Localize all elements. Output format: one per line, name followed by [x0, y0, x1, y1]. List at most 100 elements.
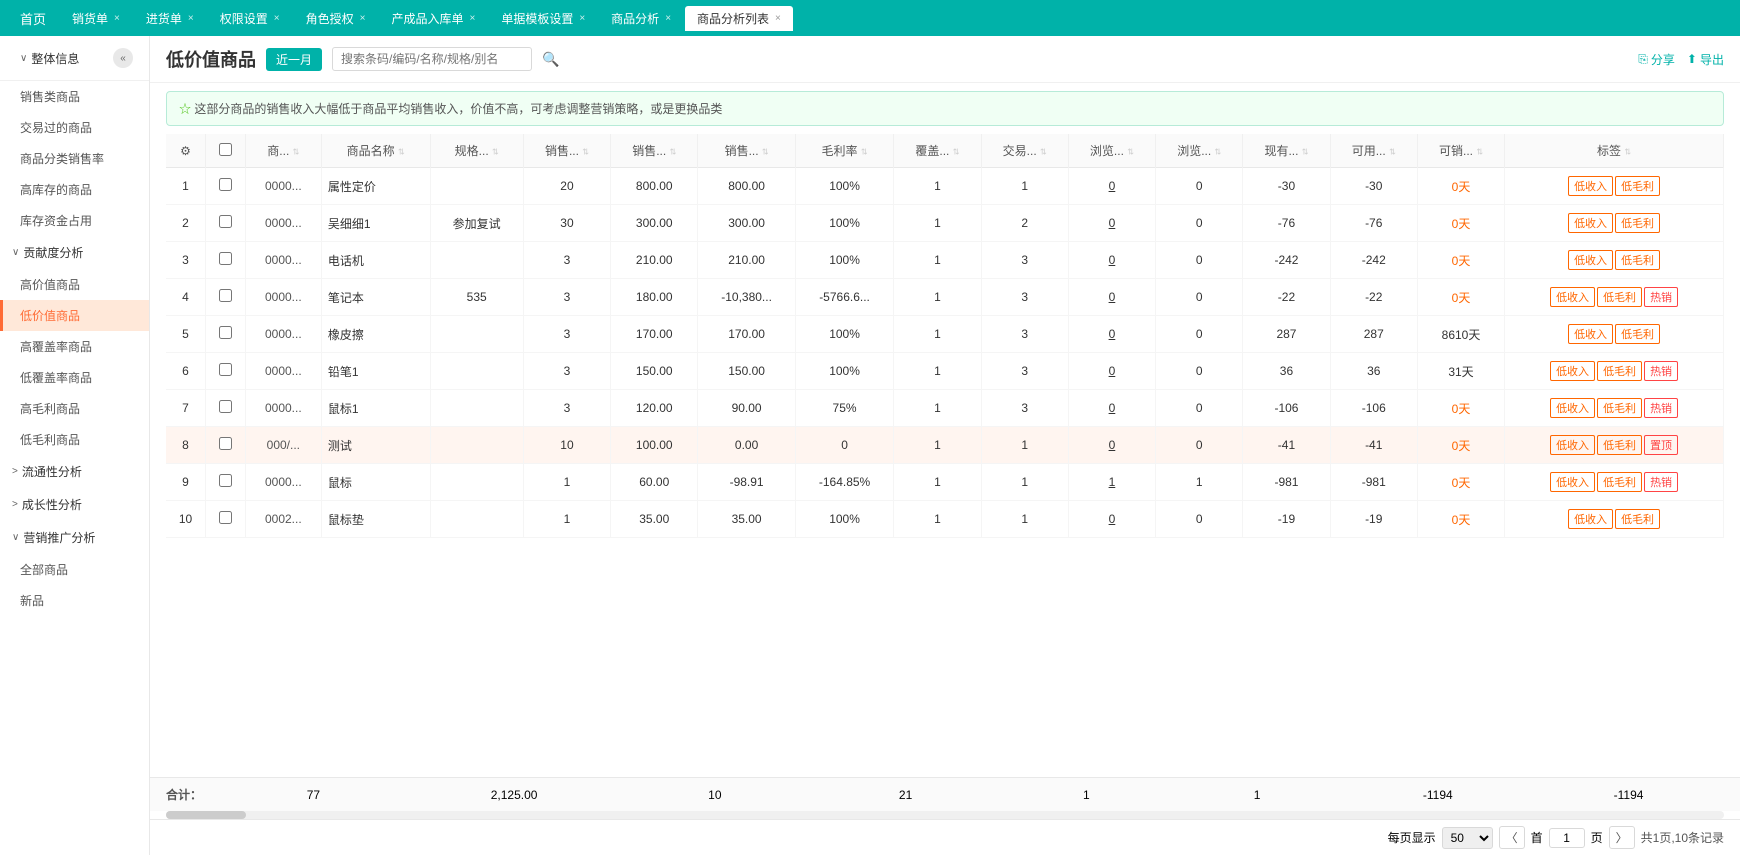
row-select-checkbox[interactable] [219, 289, 232, 302]
th-name[interactable]: 商品名称 ⇅ [321, 134, 430, 168]
th-s2[interactable]: 销售... ⇅ [611, 134, 698, 168]
row-checkbox[interactable] [206, 205, 246, 242]
select-all-checkbox[interactable] [219, 143, 232, 156]
th-browse1[interactable]: 浏览... ⇅ [1068, 134, 1155, 168]
row-browse1[interactable]: 0 [1068, 279, 1155, 316]
row-checkbox[interactable] [206, 168, 246, 205]
th-s1[interactable]: 销售... ⇅ [523, 134, 610, 168]
row-browse1[interactable]: 0 [1068, 316, 1155, 353]
th-current[interactable]: 现有... ⇅ [1243, 134, 1330, 168]
sidebar-item-low-margin[interactable]: 低毛利商品 [0, 424, 149, 455]
row-select-checkbox[interactable] [219, 511, 232, 524]
row-select-checkbox[interactable] [219, 178, 232, 191]
sidebar-section-contribution[interactable]: ∨ 贡献度分析 [0, 236, 149, 269]
nav-templates[interactable]: 单据模板设置 × [489, 6, 597, 31]
nav-close-icon[interactable]: × [114, 13, 120, 24]
search-input[interactable] [332, 47, 532, 71]
row-spec [430, 168, 523, 205]
row-browse1[interactable]: 1 [1068, 464, 1155, 501]
first-page-btn[interactable]: 〈 [1499, 826, 1525, 849]
row-select-checkbox[interactable] [219, 363, 232, 376]
sidebar-item-high-stock[interactable]: 高库存的商品 [0, 174, 149, 205]
row-checkbox[interactable] [206, 390, 246, 427]
th-tags[interactable]: 标签 ⇅ [1505, 134, 1724, 168]
nav-products-in[interactable]: 产成品入库单 × [379, 6, 487, 31]
nav-close-icon[interactable]: × [188, 13, 194, 24]
filter-period-btn[interactable]: 近一月 [266, 48, 322, 71]
row-select-checkbox[interactable] [219, 474, 232, 487]
share-btn[interactable]: ⎘ 分享 [1638, 51, 1675, 68]
th-browse2[interactable]: 浏览... ⇅ [1156, 134, 1243, 168]
sidebar-item-high-margin[interactable]: 高毛利商品 [0, 393, 149, 424]
nav-close-icon[interactable]: × [579, 13, 585, 24]
th-checkbox[interactable] [206, 134, 246, 168]
current-page-input[interactable] [1549, 828, 1585, 848]
th-code[interactable]: 商... ⇅ [245, 134, 321, 168]
th-available[interactable]: 可用... ⇅ [1330, 134, 1417, 168]
nav-home[interactable]: 首页 [8, 5, 58, 32]
sidebar-item-low-coverage[interactable]: 低覆盖率商品 [0, 362, 149, 393]
row-browse1[interactable]: 0 [1068, 427, 1155, 464]
sidebar-item-low-value[interactable]: 低价值商品 [0, 300, 149, 331]
scrollbar-thumb[interactable] [166, 811, 246, 819]
sidebar-section-marketing[interactable]: ∨ 营销推广分析 [0, 521, 149, 554]
row-browse1[interactable]: 0 [1068, 242, 1155, 279]
th-trade[interactable]: 交易... ⇅ [981, 134, 1068, 168]
row-checkbox[interactable] [206, 501, 246, 538]
nav-sales[interactable]: 销货单 × [60, 6, 132, 31]
nav-purchase[interactable]: 进货单 × [134, 6, 206, 31]
sidebar-item-all-products[interactable]: 全部商品 [0, 554, 149, 585]
sidebar-section-flow[interactable]: > 流通性分析 [0, 455, 149, 488]
page-size-select[interactable]: 50 100 200 [1442, 827, 1493, 849]
row-checkbox[interactable] [206, 464, 246, 501]
nav-close-icon[interactable]: × [469, 13, 475, 24]
sidebar-item-sales-products[interactable]: 销售类商品 [0, 81, 149, 112]
th-settings[interactable]: ⚙ [166, 134, 206, 168]
sidebar-item-new-products[interactable]: 新品 [0, 585, 149, 616]
next-page-btn[interactable]: 〉 [1609, 826, 1635, 849]
row-checkbox[interactable] [206, 427, 246, 464]
row-select-checkbox[interactable] [219, 215, 232, 228]
row-checkbox[interactable] [206, 353, 246, 390]
row-browse1[interactable]: 0 [1068, 501, 1155, 538]
sidebar-section-overall[interactable]: ∨ 整体信息 [8, 42, 91, 75]
sidebar-item-category-rate[interactable]: 商品分类销售率 [0, 143, 149, 174]
row-browse1[interactable]: 0 [1068, 353, 1155, 390]
nav-product-analysis[interactable]: 商品分析 × [599, 6, 683, 31]
row-current: -242 [1243, 242, 1330, 279]
th-spec[interactable]: 规格... ⇅ [430, 134, 523, 168]
nav-close-icon-active[interactable]: × [775, 13, 781, 24]
sidebar-item-traded[interactable]: 交易过的商品 [0, 112, 149, 143]
th-sellable[interactable]: 可销... ⇅ [1417, 134, 1504, 168]
nav-permissions[interactable]: 权限设置 × [208, 6, 292, 31]
sidebar-item-high-coverage[interactable]: 高覆盖率商品 [0, 331, 149, 362]
row-select-checkbox[interactable] [219, 400, 232, 413]
horizontal-scrollbar[interactable] [166, 811, 1724, 819]
sidebar-item-stock-funds[interactable]: 库存资金占用 [0, 205, 149, 236]
sidebar-collapse-btn[interactable]: « [113, 48, 133, 68]
row-checkbox[interactable] [206, 316, 246, 353]
row-browse1[interactable]: 0 [1068, 168, 1155, 205]
sidebar-item-high-value[interactable]: 高价值商品 [0, 269, 149, 300]
nav-close-icon[interactable]: × [360, 13, 366, 24]
data-table-wrap[interactable]: ⚙ 商... ⇅ 商品名称 ⇅ 规格... ⇅ 销售... ⇅ 销售... ⇅ … [150, 134, 1740, 777]
search-icon[interactable]: 🔍 [542, 51, 559, 68]
row-checkbox[interactable] [206, 242, 246, 279]
nav-analysis-list[interactable]: 商品分析列表 × [685, 6, 793, 31]
row-checkbox[interactable] [206, 279, 246, 316]
row-select-checkbox[interactable] [219, 252, 232, 265]
nav-close-icon[interactable]: × [665, 13, 671, 24]
nav-roles[interactable]: 角色授权 × [294, 6, 378, 31]
row-browse1[interactable]: 0 [1068, 205, 1155, 242]
row-select-checkbox[interactable] [219, 437, 232, 450]
nav-close-icon[interactable]: × [274, 13, 280, 24]
th-s3[interactable]: 销售... ⇅ [698, 134, 795, 168]
row-num: 4 [166, 279, 206, 316]
row-select-checkbox[interactable] [219, 326, 232, 339]
th-margin[interactable]: 毛利率 ⇅ [795, 134, 893, 168]
th-coverage[interactable]: 覆盖... ⇅ [894, 134, 981, 168]
row-browse1[interactable]: 0 [1068, 390, 1155, 427]
main-content: 低价值商品 近一月 🔍 ⎘ 分享 ⬆ 导出 ☆ 这部分商品的销售收入大幅低于商品… [150, 36, 1740, 855]
export-btn[interactable]: ⬆ 导出 [1687, 51, 1724, 68]
sidebar-section-growth[interactable]: > 成长性分析 [0, 488, 149, 521]
